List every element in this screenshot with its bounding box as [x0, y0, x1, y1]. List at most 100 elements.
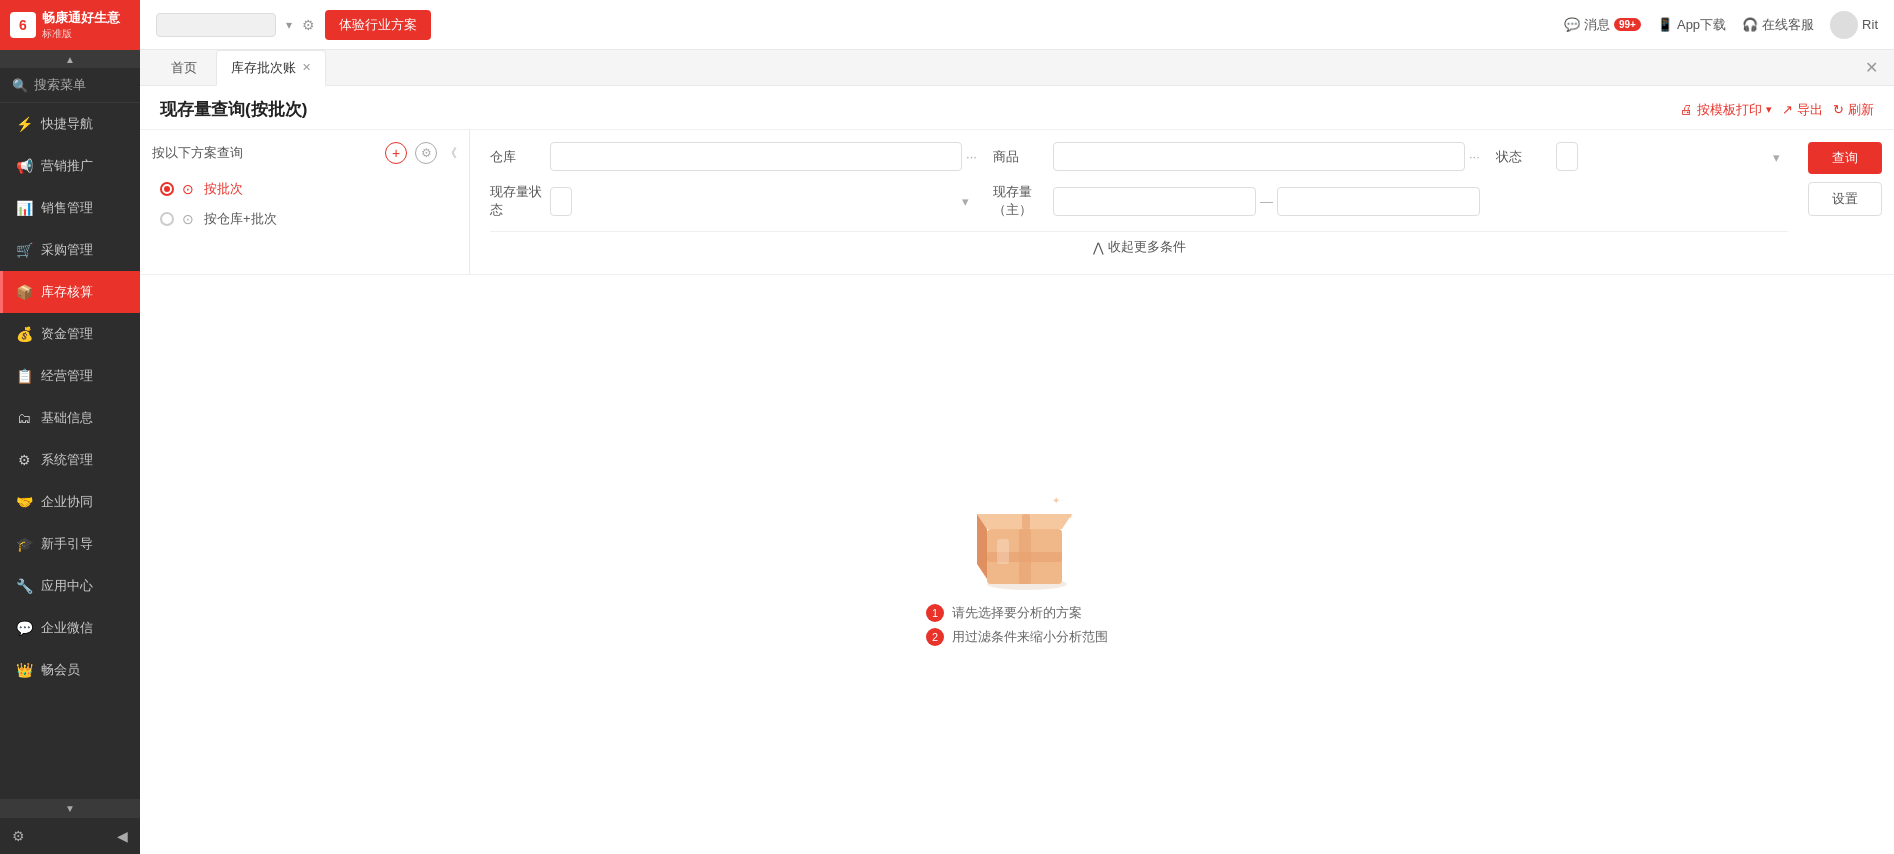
messages-action[interactable]: 💬 消息 99+ [1564, 16, 1641, 34]
status-select[interactable] [1556, 142, 1578, 171]
filter-collapse-icon[interactable]: 《 [445, 145, 457, 162]
settings-footer-icon[interactable]: ⚙ [12, 828, 25, 844]
topbar-right: 💬 消息 99+ 📱 App下载 🎧 在线客服 Rit [1564, 11, 1878, 39]
product-input[interactable] [1053, 142, 1465, 171]
sales-icon: 📊 [15, 199, 33, 217]
inventory-status-select[interactable] [550, 187, 572, 216]
chevron-down-icon[interactable]: ▾ [286, 18, 292, 32]
gear-icon[interactable]: ⚙ [302, 17, 315, 33]
nav-search-input[interactable] [156, 13, 276, 37]
empty-svg: ✦ ✦ [967, 484, 1087, 594]
sidebar-item-app-center[interactable]: 🔧 应用中心 [0, 565, 140, 607]
app-download-action[interactable]: 📱 App下载 [1657, 16, 1726, 34]
tab-close-icon[interactable]: ✕ [302, 61, 311, 74]
sidebar-item-operations[interactable]: 📋 经营管理 [0, 355, 140, 397]
content-wrapper: 现存量查询(按批次) 🖨 按模板打印 ▾ ↗ 导出 ↻ 刷新 [140, 86, 1894, 854]
page-title: 现存量查询(按批次) [160, 98, 307, 121]
close-panel-btn[interactable]: ✕ [1865, 58, 1878, 77]
sidebar-item-enterprise[interactable]: 🤝 企业协同 [0, 481, 140, 523]
user-profile[interactable]: Rit [1830, 11, 1878, 39]
sidebar-item-quick-nav[interactable]: ⚡ 快捷导航 [0, 103, 140, 145]
instruction-text-1: 请先选择要分析的方案 [952, 604, 1082, 622]
tab-inventory-batch[interactable]: 库存批次账 ✕ [216, 50, 326, 86]
sidebar-item-purchase[interactable]: 🛒 采购管理 [0, 229, 140, 271]
sidebar-scroll-up[interactable]: ▲ [0, 50, 140, 68]
member-label: 畅会员 [41, 661, 80, 679]
finance-icon: 💰 [15, 325, 33, 343]
filter-option-by-warehouse-batch[interactable]: ⊙ 按仓库+批次 [152, 204, 457, 234]
enterprise-label: 企业协同 [41, 493, 93, 511]
messages-label: 消息 [1584, 16, 1610, 34]
edition-label: 标准版 [42, 27, 120, 40]
print-chevron-icon: ▾ [1766, 103, 1772, 116]
sidebar-footer: ⚙ ◀ [0, 817, 140, 854]
inventory-qty-label: 现存量（主） [993, 183, 1053, 219]
tab-home-label: 首页 [171, 59, 197, 77]
inventory-qty-range: — [1053, 187, 1480, 216]
filter-panel: 按以下方案查询 + ⚙ 《 ⊙ 按批次 ⊙ [140, 130, 1894, 275]
sidebar-item-finance[interactable]: 💰 资金管理 [0, 313, 140, 355]
inventory-qty-min[interactable] [1053, 187, 1256, 216]
inventory-label: 库存核算 [41, 283, 93, 301]
sidebar-item-inventory[interactable]: 📦 库存核算 [0, 271, 140, 313]
print-btn[interactable]: 🖨 按模板打印 ▾ [1680, 101, 1772, 119]
sidebar-item-system[interactable]: ⚙ 系统管理 [0, 439, 140, 481]
headset-icon: 🎧 [1742, 17, 1758, 32]
warehouse-batch-dot: ⊙ [182, 211, 194, 227]
sidebar-item-wechat[interactable]: 💬 企业微信 [0, 607, 140, 649]
refresh-btn[interactable]: ↻ 刷新 [1833, 101, 1874, 119]
quick-nav-icon: ⚡ [15, 115, 33, 133]
enterprise-icon: 🤝 [15, 493, 33, 511]
sidebar-item-marketing[interactable]: 📢 营销推广 [0, 145, 140, 187]
sidebar-header: 6 畅康通好生意 标准版 [0, 0, 140, 50]
warehouse-field: 仓库 ··· [490, 142, 977, 171]
messages-badge: 99+ [1614, 18, 1641, 31]
inventory-qty-max[interactable] [1277, 187, 1480, 216]
sidebar-item-newbie[interactable]: 🎓 新手引导 [0, 523, 140, 565]
product-field: 商品 ··· [993, 142, 1480, 171]
system-label: 系统管理 [41, 451, 93, 469]
main-area: ▾ ⚙ 体验行业方案 💬 消息 99+ 📱 App下载 🎧 在线客服 Rit [140, 0, 1894, 854]
sidebar-scroll-down[interactable]: ▼ [0, 799, 140, 817]
sidebar-item-member[interactable]: 👑 畅会员 [0, 649, 140, 691]
page-actions: 🖨 按模板打印 ▾ ↗ 导出 ↻ 刷新 [1680, 101, 1874, 119]
sidebar-item-sales[interactable]: 📊 销售管理 [0, 187, 140, 229]
phone-icon: 📱 [1657, 17, 1673, 32]
app-download-label: App下载 [1677, 16, 1726, 34]
tabbar: 首页 库存批次账 ✕ ✕ [140, 50, 1894, 86]
purchase-icon: 🛒 [15, 241, 33, 259]
search-icon: 🔍 [12, 78, 28, 93]
search-menu[interactable]: 🔍 搜索菜单 [0, 68, 140, 103]
batch-color-dot: ⊙ [182, 181, 194, 197]
settings-btn[interactable]: 设置 [1808, 182, 1882, 216]
wechat-label: 企业微信 [41, 619, 93, 637]
filter-scheme-setting-btn[interactable]: ⚙ [415, 142, 437, 164]
svg-text:✦: ✦ [1067, 512, 1074, 521]
page-header: 现存量查询(按批次) 🖨 按模板打印 ▾ ↗ 导出 ↻ 刷新 [140, 86, 1894, 130]
filter-left-actions: + ⚙ 《 [385, 142, 457, 164]
product-label: 商品 [993, 148, 1053, 166]
warehouse-dots-btn[interactable]: ··· [966, 149, 977, 164]
experience-btn[interactable]: 体验行业方案 [325, 10, 431, 40]
collapse-sidebar-icon[interactable]: ◀ [117, 828, 128, 844]
empty-state: ✦ ✦ 1 请先选择要分析的方案 2 用过滤条件来缩小分析范围 [140, 275, 1894, 854]
export-btn[interactable]: ↗ 导出 [1782, 101, 1823, 119]
warehouse-input[interactable] [550, 142, 962, 171]
inventory-status-label: 现存量状态 [490, 183, 550, 219]
filter-add-btn[interactable]: + [385, 142, 407, 164]
chevron-up-icon: ⋀ [1093, 240, 1104, 255]
tab-inventory-batch-label: 库存批次账 [231, 59, 296, 77]
instruction-item-2: 2 用过滤条件来缩小分析范围 [926, 628, 1108, 646]
search-menu-label: 搜索菜单 [34, 76, 86, 94]
product-dots-btn[interactable]: ··· [1469, 149, 1480, 164]
online-service-action[interactable]: 🎧 在线客服 [1742, 16, 1814, 34]
filter-option-by-batch[interactable]: ⊙ 按批次 [152, 174, 457, 204]
query-btn[interactable]: 查询 [1808, 142, 1882, 174]
sidebar-item-basics[interactable]: 🗂 基础信息 [0, 397, 140, 439]
empty-instructions: 1 请先选择要分析的方案 2 用过滤条件来缩小分析范围 [926, 604, 1108, 646]
refresh-icon: ↻ [1833, 102, 1844, 117]
collapse-more-btn[interactable]: ⋀ 收起更多条件 [490, 231, 1788, 262]
filter-option-warehouse-batch-label: 按仓库+批次 [204, 210, 277, 228]
tab-home[interactable]: 首页 [156, 50, 212, 86]
sidebar-nav: ⚡ 快捷导航 📢 营销推广 📊 销售管理 🛒 采购管理 📦 库存核算 💰 资金管… [0, 103, 140, 799]
